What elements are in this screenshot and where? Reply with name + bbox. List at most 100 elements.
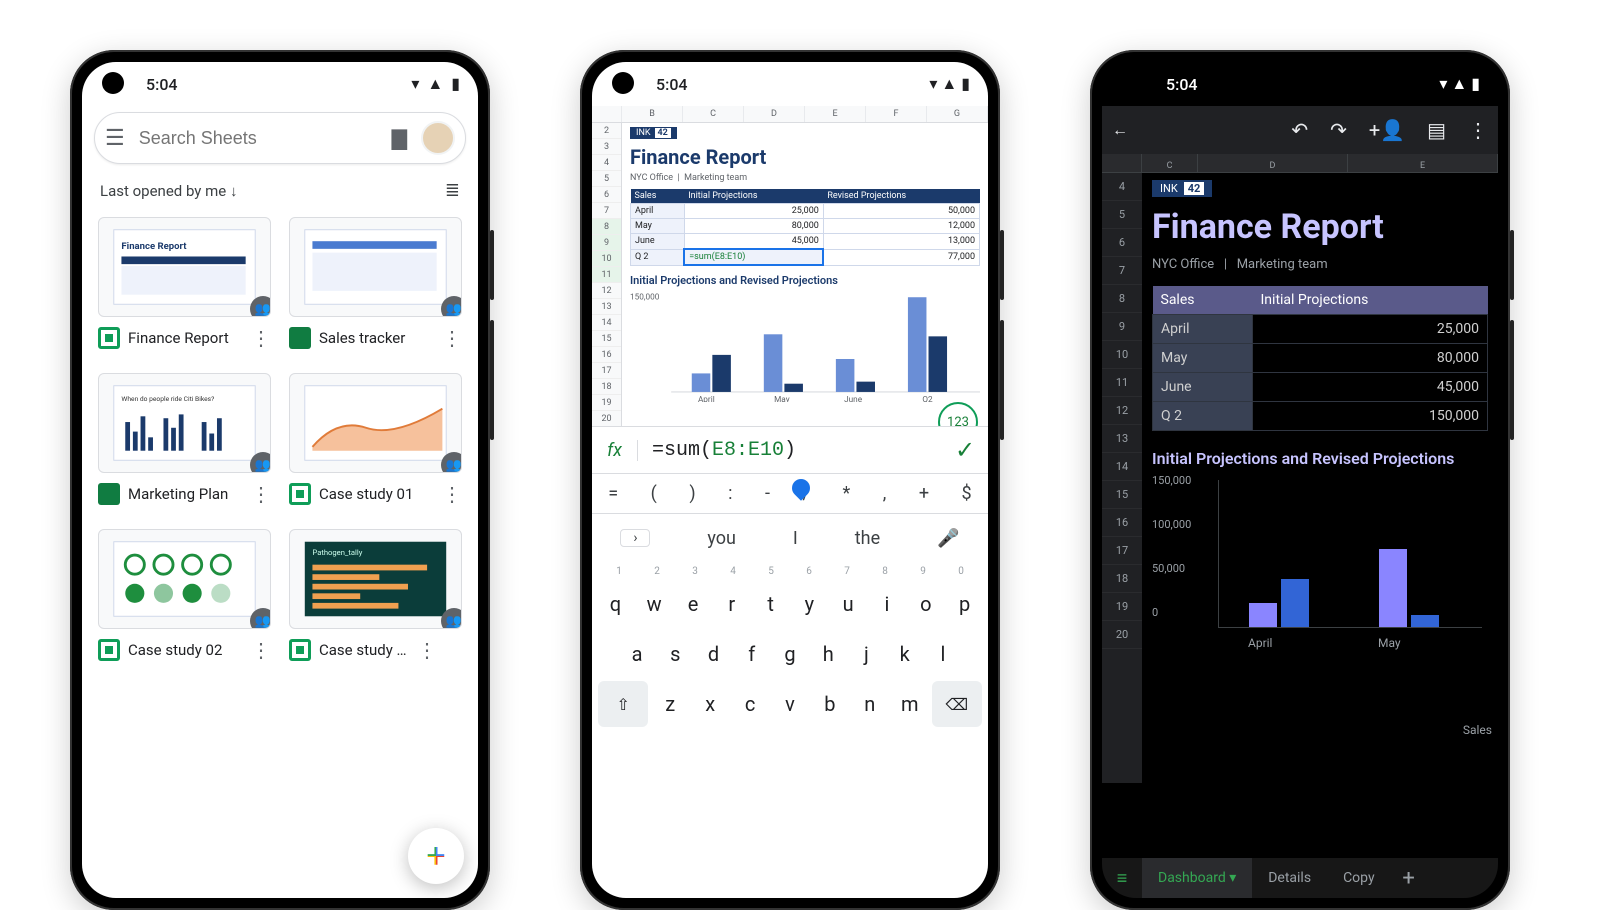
key[interactable]: r	[714, 581, 749, 627]
file-tile[interactable]: 👥 Case study 02 ⋮	[98, 529, 271, 661]
status-time: 5:04	[1166, 75, 1198, 94]
key[interactable]: a	[620, 631, 654, 677]
file-thumbnail: 👥	[98, 529, 271, 629]
sym-key[interactable]: -	[765, 483, 770, 504]
data-table[interactable]: SalesInitial ProjectionsRevised Projecti…	[630, 189, 980, 266]
key[interactable]: h	[811, 631, 845, 677]
key[interactable]: g	[773, 631, 807, 677]
comments-button[interactable]: ▤	[1427, 118, 1446, 142]
backspace-key[interactable]: ⌫	[932, 681, 982, 727]
sym-key[interactable]: =	[608, 483, 618, 504]
key[interactable]: t	[753, 581, 788, 627]
file-menu-button[interactable]: ⋮	[251, 484, 271, 504]
undo-button[interactable]: ↶	[1291, 118, 1308, 142]
sheet-tab[interactable]: Dashboard ▾	[1142, 858, 1252, 898]
key[interactable]: q	[598, 581, 633, 627]
spreadsheet-viewport[interactable]: INK42 Finance Report NYC Office | Market…	[1142, 173, 1498, 783]
column-headers: CDE	[1102, 154, 1498, 173]
search-input[interactable]	[139, 128, 378, 149]
key[interactable]: x	[692, 681, 728, 727]
key[interactable]: y	[792, 581, 827, 627]
file-menu-button[interactable]: ⋮	[442, 328, 462, 348]
shift-key[interactable]: ⇧	[598, 681, 648, 727]
sym-key[interactable]: )	[689, 483, 695, 504]
shared-badge-icon: 👥	[250, 296, 271, 317]
sym-key[interactable]: ,	[883, 483, 887, 504]
key[interactable]: c	[732, 681, 768, 727]
add-sheet-button[interactable]: +	[1391, 866, 1427, 891]
data-table[interactable]: SalesInitial Projections April25,000 May…	[1152, 286, 1488, 431]
expand-suggestions-button[interactable]: ›	[620, 529, 650, 547]
sym-key[interactable]: *	[842, 483, 850, 504]
embedded-chart: 150,000 100,000 50,000 0 April May	[1152, 474, 1482, 654]
all-sheets-button[interactable]: ≡	[1102, 868, 1142, 889]
key[interactable]: z	[652, 681, 688, 727]
file-menu-button[interactable]: ⋮	[417, 640, 437, 660]
symbol-row[interactable]: = ( ) : - / * , + $	[592, 474, 988, 514]
sym-key[interactable]: :	[728, 483, 732, 504]
front-camera	[1126, 76, 1140, 90]
add-person-button[interactable]: +👤	[1369, 118, 1405, 142]
active-cell[interactable]: =sum(E8:E10)	[684, 249, 823, 265]
formula-bar[interactable]: fx =sum(E8:E10) ✓	[592, 426, 988, 474]
overflow-menu-button[interactable]: ⋮	[1468, 118, 1488, 142]
sheet-tab[interactable]: Details	[1252, 858, 1327, 898]
front-camera	[106, 76, 120, 90]
document-title: Finance Report	[630, 145, 980, 169]
shared-badge-icon: 👥	[250, 452, 271, 473]
suggestion[interactable]: you	[707, 528, 736, 549]
file-menu-button[interactable]: ⋮	[251, 640, 271, 660]
formula-confirm-button[interactable]: ✓	[942, 436, 988, 464]
avatar[interactable]	[421, 121, 455, 155]
status-time: 5:04	[146, 75, 178, 94]
status-bar: 5:04 ▾▲▮	[592, 62, 988, 106]
soft-keyboard[interactable]: 1234567890 qwertyuiop asdfghjkl ⇧zxcvbnm…	[592, 562, 988, 735]
view-list-icon[interactable]: ≣	[445, 180, 460, 201]
folder-icon[interactable]: ▇	[392, 126, 407, 150]
key[interactable]: e	[676, 581, 711, 627]
key[interactable]: l	[926, 631, 960, 677]
keyboard-suggestions: › you I the 🎤	[592, 514, 988, 562]
key[interactable]: j	[849, 631, 883, 677]
key[interactable]: d	[696, 631, 730, 677]
key[interactable]: s	[658, 631, 692, 677]
key[interactable]: v	[772, 681, 808, 727]
key[interactable]: u	[831, 581, 866, 627]
sym-key[interactable]: +	[919, 483, 929, 504]
sheet-tab[interactable]: Copy	[1327, 858, 1391, 898]
key[interactable]: o	[908, 581, 943, 627]
key[interactable]: k	[888, 631, 922, 677]
file-menu-button[interactable]: ⋮	[442, 484, 462, 504]
hamburger-icon[interactable]: ☰	[105, 126, 125, 151]
file-tile[interactable]: Pathogen_tally 👥 Case study 03 ⋮	[289, 529, 462, 661]
sheets-app-icon	[98, 327, 120, 349]
plus-icon: +	[426, 836, 445, 876]
suggestion[interactable]: I	[793, 528, 798, 549]
key[interactable]: i	[870, 581, 905, 627]
file-tile[interactable]: 👥 Sales tracker ⋮	[289, 217, 462, 349]
spreadsheet-viewport[interactable]: BCDEFG 234567 891011 121314151617181920 …	[592, 106, 988, 426]
search-bar[interactable]: ☰ ▇	[94, 112, 466, 164]
voice-input-icon[interactable]: 🎤	[937, 528, 959, 549]
file-menu-button[interactable]: ⋮	[251, 328, 271, 348]
key[interactable]: p	[947, 581, 982, 627]
sort-dropdown[interactable]: Last opened by me	[100, 182, 237, 200]
file-tile[interactable]: When do people ride Citi Bikes? 👥 Market…	[98, 373, 271, 505]
key[interactable]: w	[637, 581, 672, 627]
key[interactable]: n	[852, 681, 888, 727]
key[interactable]: b	[812, 681, 848, 727]
new-file-fab[interactable]: +	[408, 828, 464, 884]
back-button[interactable]: ←	[1112, 120, 1128, 140]
legend-label: Sales	[1463, 723, 1492, 737]
svg-text:Finance Report: Finance Report	[121, 241, 187, 252]
sym-key[interactable]: (	[651, 483, 657, 504]
sym-key[interactable]: $	[962, 483, 972, 504]
redo-button[interactable]: ↷	[1330, 118, 1347, 142]
brand-badge: INK42	[1152, 180, 1212, 197]
key[interactable]: m	[892, 681, 928, 727]
key[interactable]: f	[735, 631, 769, 677]
file-tile[interactable]: Finance Report 👥 Finance Report ⋮	[98, 217, 271, 349]
suggestion[interactable]: the	[855, 528, 880, 549]
file-tile[interactable]: 👥 Case study 01 ⋮	[289, 373, 462, 505]
formula-input[interactable]: =sum(E8:E10)	[638, 439, 942, 462]
